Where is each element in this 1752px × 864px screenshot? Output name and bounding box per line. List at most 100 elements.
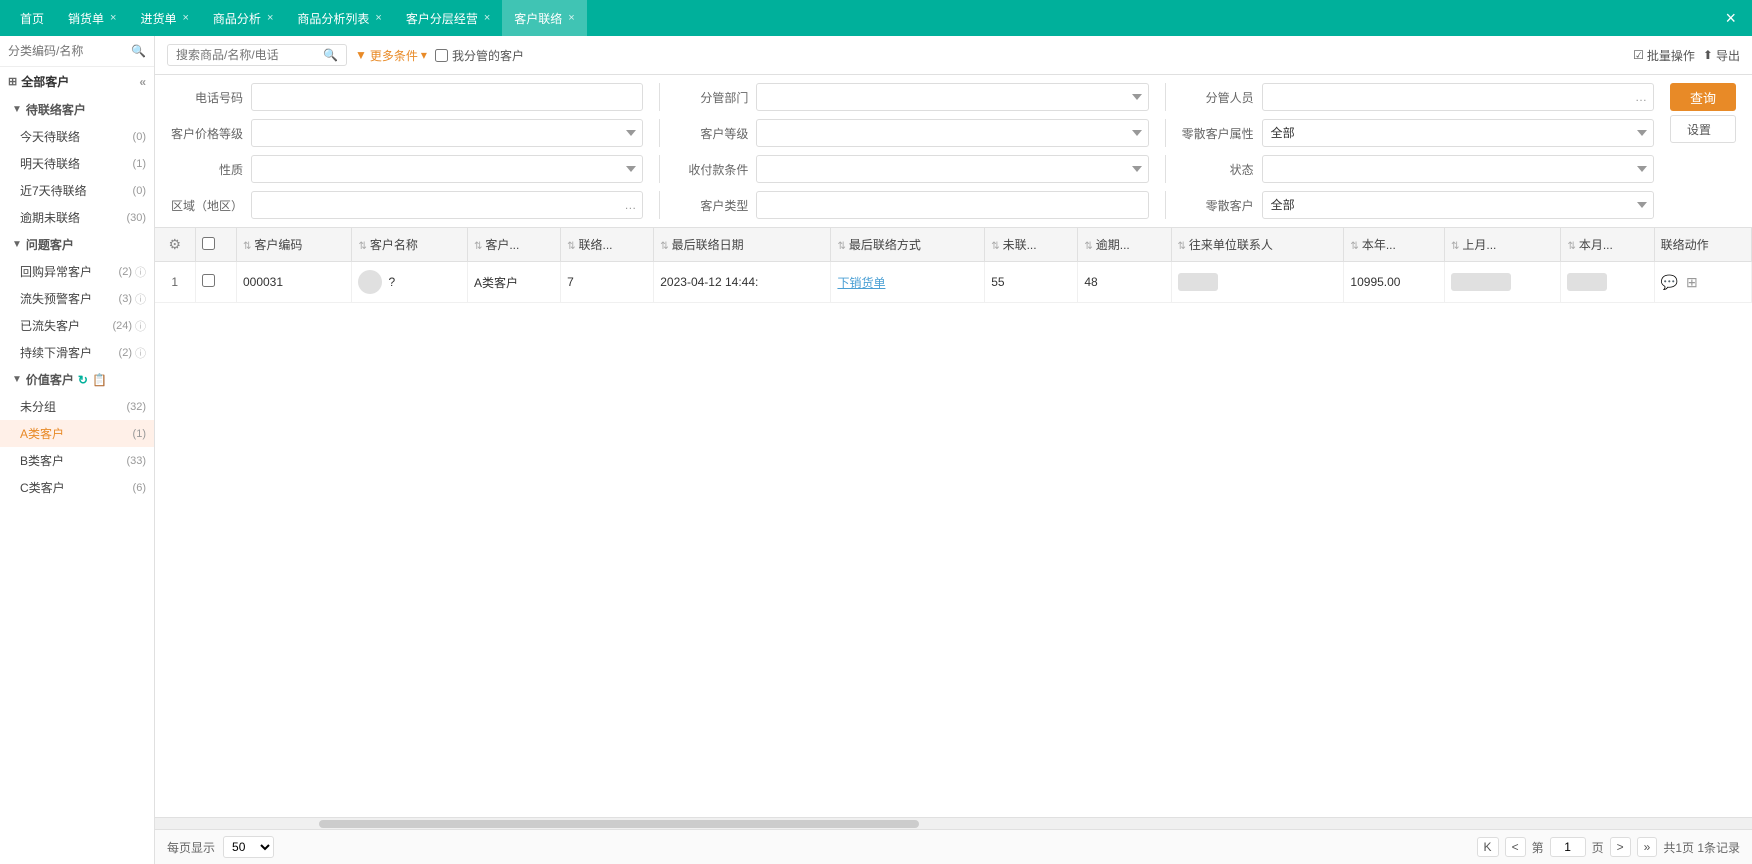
pending-group-header[interactable]: ▼ 待联络客户 (0, 96, 154, 123)
th-check[interactable] (195, 228, 236, 262)
batch-check-icon: ☑ (1633, 48, 1644, 62)
region-dots-icon[interactable]: … (618, 198, 642, 212)
sidebar-item-type-b[interactable]: B类客户 (33) (0, 447, 154, 474)
row-checkbox[interactable] (202, 274, 215, 287)
cell-this-year: 10995.00 (1344, 262, 1445, 303)
scroll-thumb[interactable] (319, 820, 919, 828)
th-contact[interactable]: 联络... (561, 228, 654, 262)
nature-select[interactable] (251, 155, 643, 183)
th-code[interactable]: 客户编码 (236, 228, 351, 262)
query-button[interactable]: 查询 (1670, 83, 1736, 111)
sidebar-search-icon[interactable]: 🔍 (131, 44, 146, 58)
close-contact-icon[interactable]: × (568, 12, 574, 24)
close-sales-icon[interactable]: × (110, 12, 116, 24)
sidebar-item-abnormal[interactable]: 回购异常客户 (2) ⓘ (0, 258, 154, 285)
sidebar-item-7days[interactable]: 近7天待联络 (0) (0, 177, 154, 204)
th-last-month[interactable]: 上月... (1445, 228, 1561, 262)
th-unit-contact[interactable]: 往来单位联系人 (1171, 228, 1344, 262)
customer-level-field: 客户等级 (676, 119, 1148, 147)
th-last-date[interactable]: 最后联络日期 (654, 228, 831, 262)
sidebar-item-warning[interactable]: 流失预警客户 (3) ⓘ (0, 285, 154, 312)
retail-attr-select[interactable]: 全部 (1262, 119, 1654, 147)
nav-product-analysis[interactable]: 商品分析 × (201, 0, 285, 36)
qrcode-icon[interactable]: ⊞ (1686, 274, 1698, 291)
phone-field: 电话号码 (171, 83, 643, 111)
page-number-input[interactable] (1550, 837, 1586, 857)
th-type[interactable]: 客户... (467, 228, 560, 262)
status-select[interactable] (1262, 155, 1654, 183)
th-name[interactable]: 客户名称 (352, 228, 467, 262)
settings-col-icon[interactable]: ⚙ (168, 236, 181, 252)
th-index: ⚙ (155, 228, 195, 262)
th-this-month[interactable]: 本月... (1561, 228, 1654, 262)
refresh-icon[interactable]: ↻ (78, 373, 88, 387)
manager-field: 分管人员 … (1182, 83, 1654, 111)
price-level-select[interactable] (251, 119, 643, 147)
select-all-checkbox[interactable] (202, 237, 215, 250)
manager-dots-icon[interactable]: … (1629, 90, 1653, 104)
sidebar-search-input[interactable] (8, 44, 127, 58)
sidebar-item-declining[interactable]: 持续下滑客户 (2) ⓘ (0, 339, 154, 366)
more-filters-btn[interactable]: ▼ 更多条件 ▾ (355, 47, 427, 64)
my-customers-checkbox[interactable]: 我分管的客户 (435, 47, 524, 64)
close-all-tabs-icon[interactable]: × (1717, 8, 1744, 29)
problem-group-header[interactable]: ▼ 问题客户 (0, 231, 154, 258)
filter-search-input[interactable] (176, 48, 319, 62)
sidebar-item-ungroups[interactable]: 未分组 (32) (0, 393, 154, 420)
region-field: 区域（地区） … (171, 191, 643, 219)
nav-home[interactable]: 首页 (8, 0, 56, 36)
settings-button[interactable]: 设置 (1670, 115, 1736, 143)
all-customers-header[interactable]: ⊞ 全部客户 « (0, 67, 154, 96)
last-page-btn[interactable]: » (1637, 837, 1658, 857)
my-customers-check[interactable] (435, 49, 448, 62)
collapse-sidebar-icon[interactable]: « (139, 75, 146, 89)
nav-purchase[interactable]: 进货单 × (128, 0, 200, 36)
retail-attr-field: 零散客户属性 全部 (1182, 119, 1654, 147)
cell-name: ? (352, 262, 467, 303)
dept-select[interactable] (756, 83, 1148, 111)
nav-customer-contact[interactable]: 客户联络 × (502, 0, 586, 36)
nav-sales[interactable]: 销货单 × (56, 0, 128, 36)
sidebar-item-overdue[interactable]: 逾期未联络 (30) (0, 204, 154, 231)
next-page-btn[interactable]: > (1610, 837, 1631, 857)
manager-input[interactable] (1263, 84, 1629, 110)
customer-type-input[interactable] (756, 191, 1148, 219)
close-analysis-icon[interactable]: × (267, 12, 273, 24)
per-page-select[interactable]: 50 20 100 (223, 836, 274, 858)
close-purchase-icon[interactable]: × (182, 12, 188, 24)
export-btn[interactable]: ⬆ 导出 (1703, 47, 1740, 64)
sidebar-item-lost[interactable]: 已流失客户 (24) ⓘ (0, 312, 154, 339)
cell-unit-contact (1171, 262, 1344, 303)
th-no-contact[interactable]: 未联... (985, 228, 1078, 262)
close-list-icon[interactable]: × (375, 12, 381, 24)
sidebar-item-type-a[interactable]: A类客户 (1) (0, 420, 154, 447)
cell-overdue: 48 (1078, 262, 1171, 303)
first-page-btn[interactable]: K (1477, 837, 1499, 857)
th-last-method[interactable]: 最后联络方式 (831, 228, 985, 262)
value-group-header[interactable]: ▼ 价值客户 ↻ 📋 (0, 366, 154, 393)
sidebar-item-today[interactable]: 今天待联络 (0) (0, 123, 154, 150)
th-overdue[interactable]: 逾期... (1078, 228, 1171, 262)
sidebar-item-tomorrow[interactable]: 明天待联络 (1) (0, 150, 154, 177)
payment-select[interactable] (756, 155, 1148, 183)
customer-level-select[interactable] (756, 119, 1148, 147)
bottom-scrollbar[interactable] (155, 817, 1752, 829)
last-method-link[interactable]: 下销货单 (837, 276, 885, 290)
close-segment-icon[interactable]: × (484, 12, 490, 24)
prev-page-btn[interactable]: < (1505, 837, 1526, 857)
sidebar-item-type-c[interactable]: C类客户 (6) (0, 474, 154, 501)
nature-label: 性质 (171, 161, 251, 178)
th-this-year[interactable]: 本年... (1344, 228, 1445, 262)
retail-customer-select[interactable]: 全部 (1262, 191, 1654, 219)
cell-no-contact: 55 (985, 262, 1078, 303)
top-nav: 首页 销货单 × 进货单 × 商品分析 × 商品分析列表 × 客户分层经营 × … (0, 0, 1752, 36)
filter-search-icon[interactable]: 🔍 (323, 48, 338, 62)
region-input[interactable] (252, 192, 618, 218)
nav-customer-segment[interactable]: 客户分层经营 × (394, 0, 502, 36)
cell-check[interactable] (195, 262, 236, 303)
phone-input[interactable] (251, 83, 643, 111)
message-icon[interactable]: 💬 (1661, 274, 1678, 291)
batch-op-btn[interactable]: ☑ 批量操作 (1633, 47, 1695, 64)
edit-groups-icon[interactable]: 📋 (92, 373, 107, 387)
nav-product-list[interactable]: 商品分析列表 × (285, 0, 393, 36)
